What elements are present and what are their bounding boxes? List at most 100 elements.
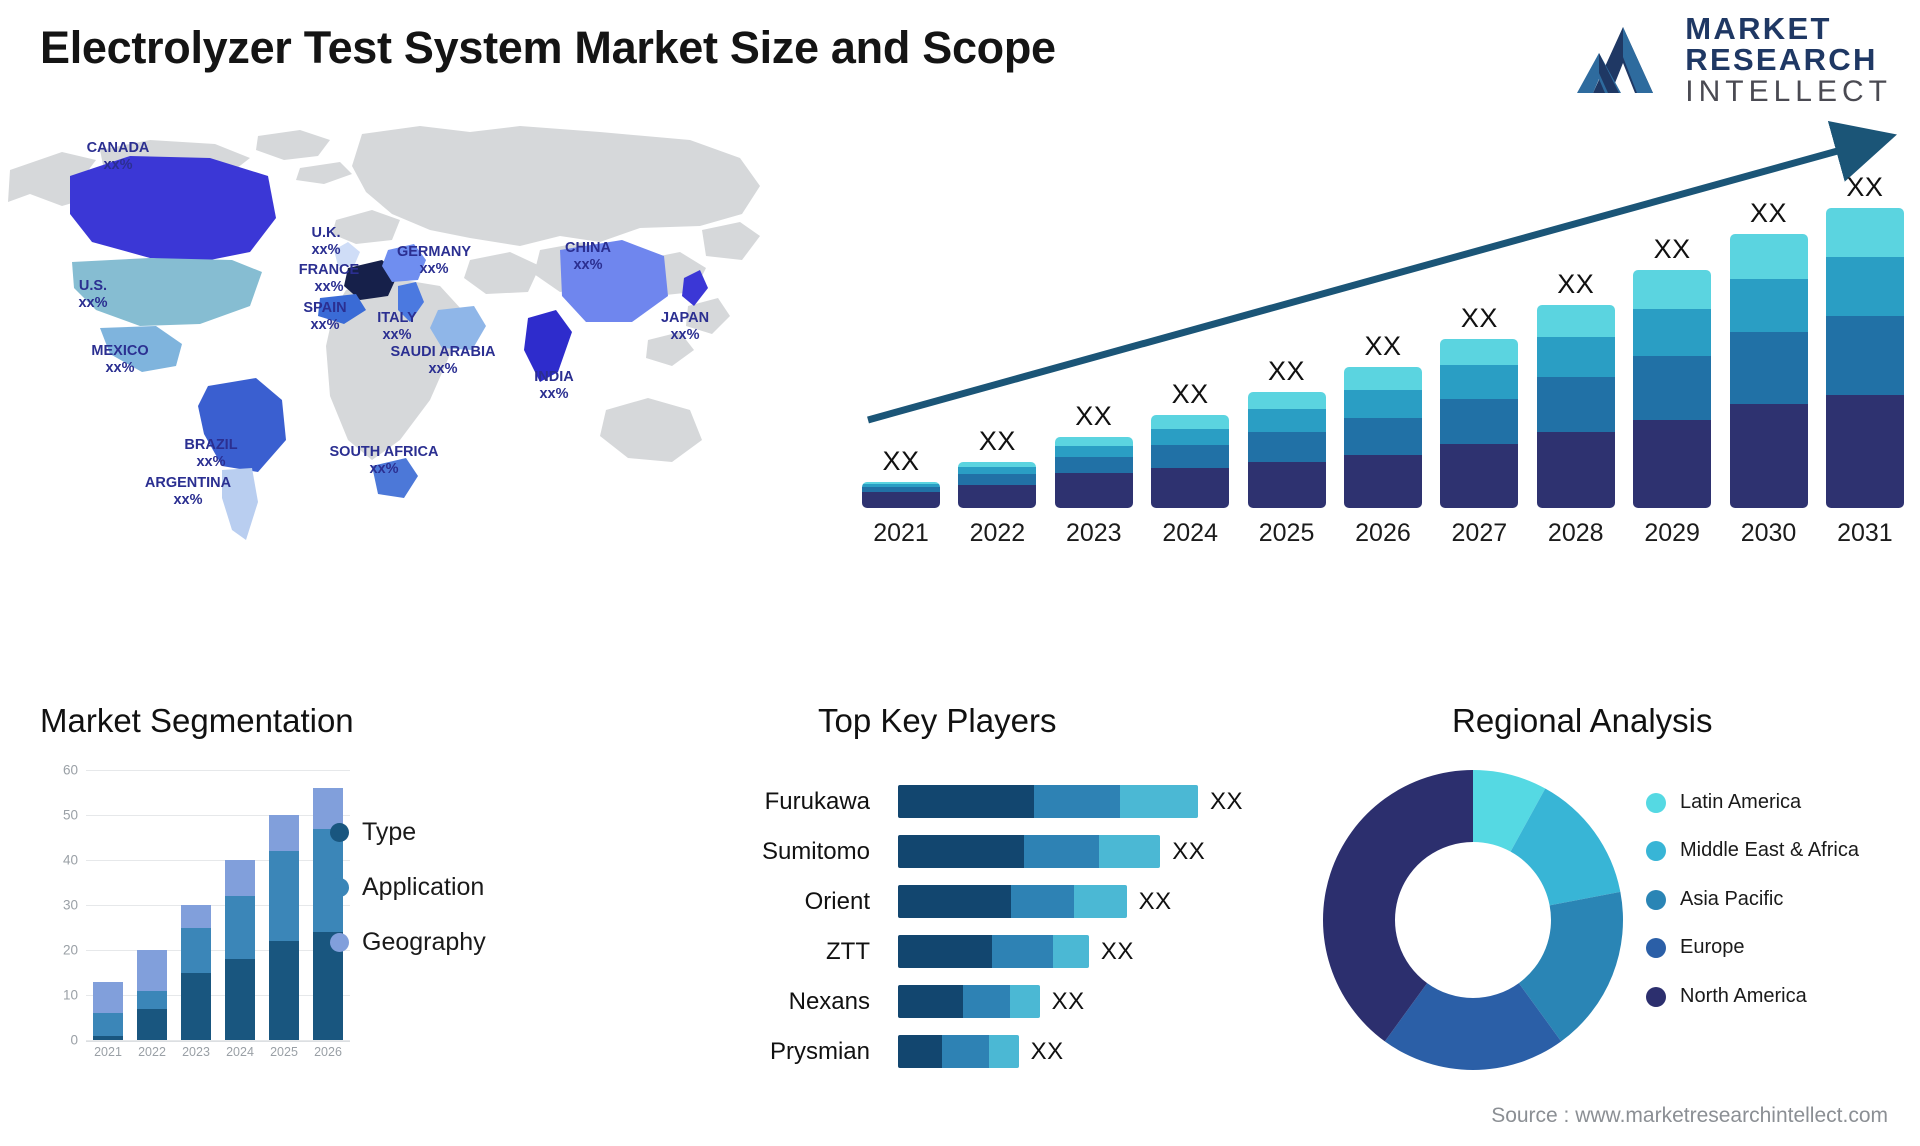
regional-legend-item: Middle East & Africa	[1646, 838, 1859, 862]
growth-bar-value-label: XX	[1075, 401, 1113, 432]
growth-bar-segment	[1343, 418, 1422, 456]
key-player-value-label: XX	[1030, 1037, 1064, 1065]
map-label-u-s: U.S. xx%	[78, 278, 107, 312]
segmentation-y-tick-label: 10	[62, 987, 78, 1003]
segmentation-bar-segment	[93, 1013, 123, 1036]
growth-bar-segment	[1440, 444, 1519, 508]
map-label-name: GERMANY	[396, 244, 472, 260]
growth-year-label: 2025	[1258, 518, 1315, 547]
map-label-name: SOUTH AFRICA	[329, 444, 439, 460]
segmentation-legend-label: Type	[362, 818, 417, 846]
growth-bar-segment	[1247, 391, 1326, 410]
key-player-row: ZTT XX	[650, 935, 1270, 968]
growth-year-label: 2023	[1065, 518, 1122, 547]
market-segmentation-chart: 0 10 20 30 40 50 60 2021 2022 2023 2024 2025 2026	[38, 760, 368, 1100]
key-player-value-label: XX	[1100, 937, 1134, 965]
key-player-bar-segment	[1053, 935, 1089, 968]
map-label-india: INDIA xx%	[534, 369, 573, 403]
map-label-value: xx%	[78, 295, 108, 312]
growth-bar-segment	[1825, 208, 1904, 258]
growth-bar-column: XX	[1536, 269, 1615, 508]
legend-dot-icon	[1646, 986, 1666, 1007]
key-player-bar	[898, 785, 1198, 818]
key-player-name: Sumitomo	[761, 837, 870, 865]
key-player-bar-segment	[898, 985, 964, 1018]
segmentation-y-tick-label: 0	[70, 1032, 78, 1048]
map-label-japan: JAPAN xx%	[661, 310, 709, 344]
regional-legend-item: North America	[1646, 984, 1859, 1008]
map-label-value: xx%	[573, 257, 603, 274]
growth-forecast-chart: XX XX XX XX XX XX XX XX XX XX XX 2021 2022 2023 2024 2…	[840, 120, 1920, 560]
growth-bar-segment	[1054, 472, 1133, 508]
map-label-value: xx%	[382, 327, 412, 344]
growth-bar-segment	[1151, 468, 1230, 508]
top-key-players-chart: Furukawa XX Sumitomo XX Orient XX ZTT XX Nexans X…	[650, 785, 1270, 1095]
key-player-bar-segment	[898, 1035, 943, 1068]
segmentation-bar-segment	[269, 941, 299, 1040]
key-player-name: Furukawa	[764, 787, 870, 815]
segmentation-bar-segment	[181, 927, 211, 973]
infographic-root: Electrolyzer Test System Market Size and…	[0, 0, 1920, 1146]
map-label-argentina: ARGENTINA xx%	[145, 475, 231, 509]
key-player-bar-segment	[989, 1035, 1019, 1068]
map-label-name: CHINA	[565, 240, 611, 256]
growth-bar-segment	[1054, 456, 1133, 473]
growth-bars-group: XX XX XX XX XX XX XX XX XX XX XX	[862, 168, 1904, 508]
growth-bar-column: XX	[862, 446, 940, 508]
growth-bar-segment	[1536, 377, 1615, 433]
segmentation-bars-group	[86, 770, 350, 1040]
growth-bar-segment	[1343, 455, 1422, 508]
key-player-bar-segment	[898, 835, 1024, 868]
segmentation-bar-segment	[137, 990, 167, 1009]
growth-year-label: 2021	[873, 518, 929, 547]
key-player-bar-segment	[1074, 885, 1127, 918]
map-label-south-africa: SOUTH AFRICA xx%	[329, 444, 438, 478]
segmentation-legend-item: Geography	[330, 928, 486, 957]
regional-legend-label: Middle East & Africa	[1680, 839, 1859, 862]
growth-bar-segment	[1633, 308, 1712, 357]
key-player-bar-segment	[1034, 785, 1121, 818]
segmentation-x-label: 2024	[226, 1045, 254, 1059]
segmentation-bar-segment	[93, 981, 123, 1013]
key-player-row: Orient XX	[650, 885, 1270, 918]
growth-bar-segment	[1825, 395, 1904, 508]
key-player-bar-segment	[1099, 835, 1161, 868]
growth-bar-column: XX	[1633, 233, 1712, 508]
logo-line-2: RESEARCH	[1685, 42, 1878, 77]
key-player-bar	[898, 935, 1089, 968]
segmentation-x-label: 2023	[182, 1045, 210, 1059]
legend-dot-icon	[330, 823, 349, 842]
source-attribution: Source : www.marketresearchintellect.com	[1491, 1104, 1888, 1127]
segmentation-bar-segment	[137, 950, 167, 991]
regional-legend-label: North America	[1680, 984, 1807, 1007]
growth-year-label: 2028	[1547, 518, 1604, 547]
growth-bar-value-label: XX	[1653, 233, 1691, 264]
logo-wordmark: MARKET RESEARCH INTELLECT	[1685, 13, 1892, 107]
key-player-name: ZTT	[826, 937, 870, 965]
key-player-value-label: XX	[1210, 787, 1244, 815]
growth-bar	[1729, 234, 1808, 508]
map-label-brazil: BRAZIL xx%	[184, 437, 237, 471]
map-label-value: xx%	[196, 454, 226, 471]
legend-dot-icon	[330, 933, 349, 952]
map-label-name: MEXICO	[91, 343, 149, 359]
key-player-row: Nexans XX	[650, 985, 1270, 1018]
segmentation-bar-segment	[93, 1035, 123, 1040]
regional-legend-label: Asia Pacific	[1680, 887, 1784, 910]
segmentation-bar-segment	[269, 851, 299, 941]
key-player-bar-segment	[963, 985, 1011, 1018]
segmentation-bar	[137, 950, 167, 1040]
growth-bar	[1440, 338, 1519, 508]
growth-year-label: 2026	[1355, 518, 1411, 547]
segmentation-x-labels: 2021 2022 2023 2024 2025 2026	[86, 1045, 350, 1059]
key-player-bar-segment	[1120, 785, 1198, 818]
key-player-value-label: XX	[1172, 837, 1206, 865]
map-label-canada: CANADA xx%	[87, 140, 150, 174]
growth-bar-segment	[1054, 437, 1133, 447]
map-label-value: xx%	[369, 461, 399, 478]
key-player-bar-segment	[992, 935, 1054, 968]
growth-bar	[1536, 305, 1615, 508]
growth-year-label: 2027	[1451, 518, 1508, 547]
legend-dot-icon	[1646, 841, 1666, 862]
regional-analysis-title: Regional Analysis	[1452, 702, 1713, 739]
